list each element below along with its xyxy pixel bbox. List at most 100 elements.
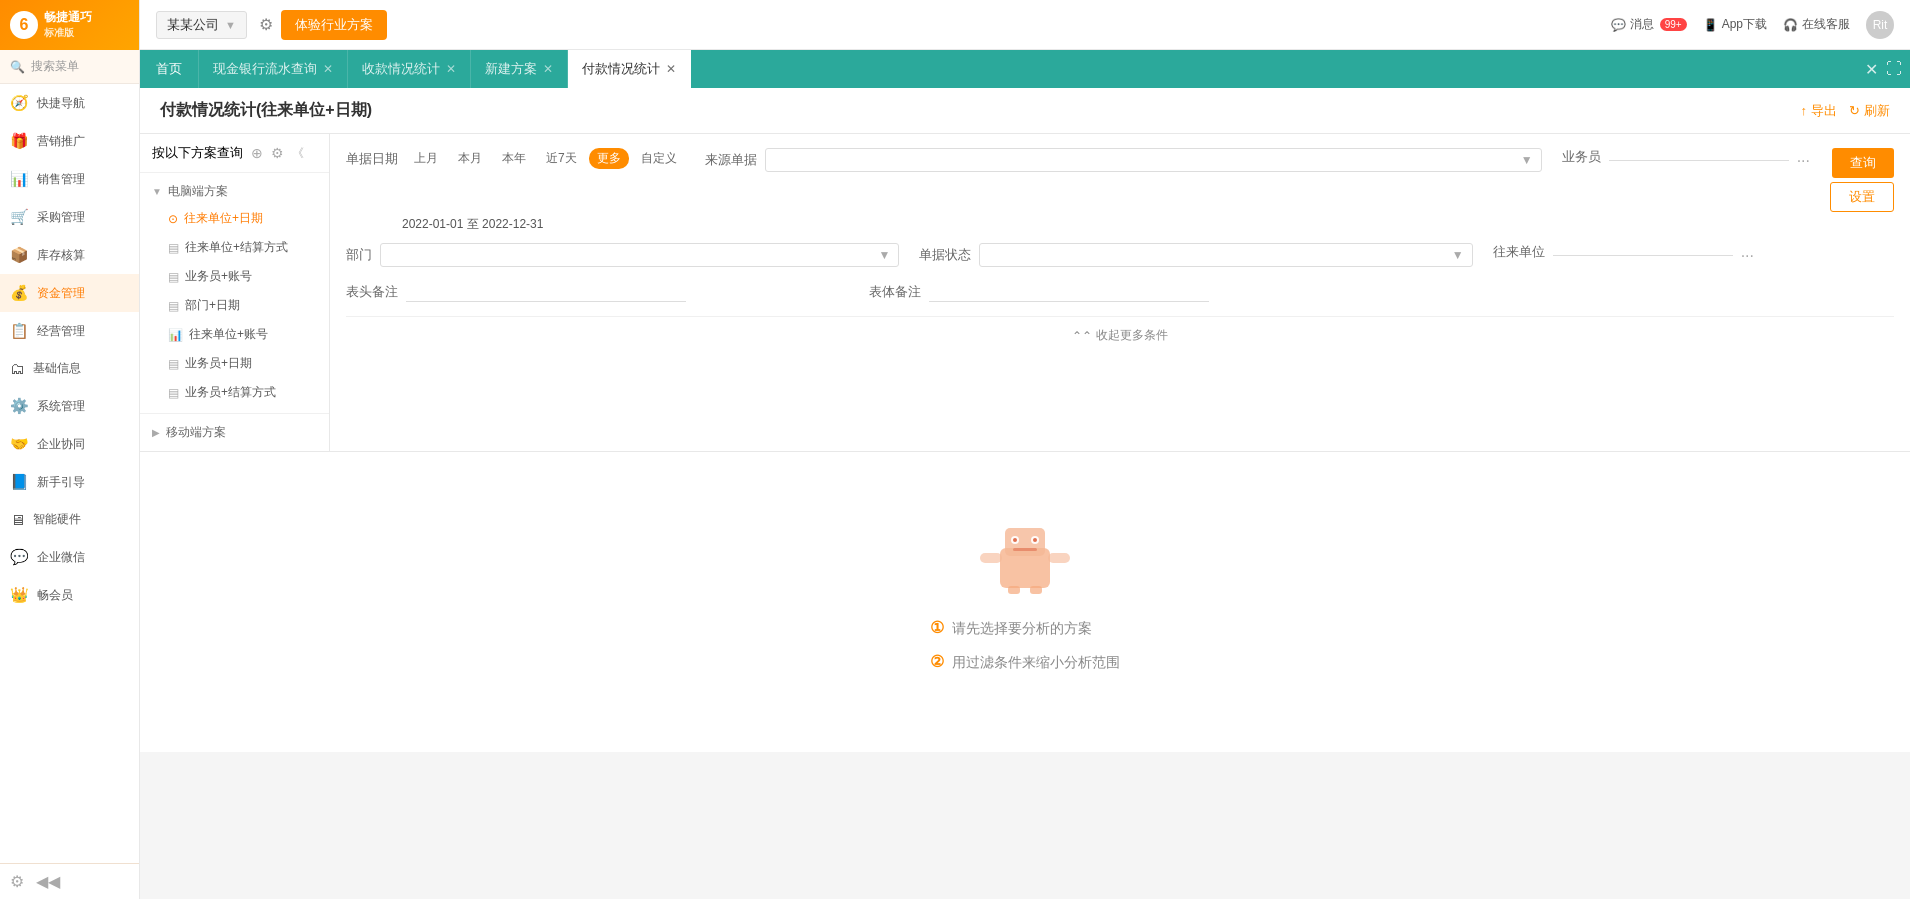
sidebar-item-guide[interactable]: 📘 新手引导 [0, 463, 139, 501]
date-range-display: 2022-01-01 至 2022-12-31 [346, 216, 1894, 233]
sidebar-item-base-info[interactable]: 🗂 基础信息 [0, 350, 139, 387]
doc-status-select[interactable]: ▼ [979, 243, 1472, 267]
tab-home[interactable]: 首页 [140, 50, 199, 88]
sidebar-label-sales: 销售管理 [37, 171, 85, 188]
scheme-add-button[interactable]: ⊕ [251, 145, 263, 161]
top-header: 某某公司 ▼ ⚙ 体验行业方案 💬 消息 99+ 📱 App下载 🎧 在线客服 … [140, 0, 1910, 50]
date-this-month[interactable]: 本月 [450, 148, 490, 169]
filter-salesman-item: 业务员 ... [1562, 148, 1810, 166]
filter-scheme-wrapper: 按以下方案查询 ⊕ ⚙ 《 ▼ 电脑端方案 ⊙ 往来单位+日期 ▤ [140, 134, 1910, 452]
tab-new-scheme[interactable]: 新建方案 ✕ [471, 50, 568, 88]
collapse-sidebar-icon[interactable]: ◀◀ [36, 872, 60, 891]
export-icon: ↑ [1801, 103, 1808, 118]
online-service-button[interactable]: 🎧 在线客服 [1783, 16, 1850, 33]
export-button[interactable]: ↑ 导出 [1801, 102, 1838, 120]
date-options: 上月 本月 本年 近7天 更多 自定义 [406, 148, 685, 169]
date-this-year[interactable]: 本年 [494, 148, 534, 169]
company-name: 某某公司 [167, 16, 219, 34]
refresh-label: 刷新 [1864, 102, 1890, 120]
sidebar-label-base-info: 基础信息 [33, 360, 81, 377]
scheme-item-staff-settlement[interactable]: ▤ 业务员+结算方式 [140, 378, 329, 407]
guide-icon: 📘 [10, 473, 29, 491]
dept-select[interactable]: ▼ [380, 243, 899, 267]
sidebar-item-capital[interactable]: 💰 资金管理 [0, 274, 139, 312]
sidebar-item-operation[interactable]: 📋 经营管理 [0, 312, 139, 350]
sidebar-item-enterprise[interactable]: 🤝 企业协同 [0, 425, 139, 463]
collapse-more-button[interactable]: ⌃⌃ 收起更多条件 [346, 316, 1894, 354]
try-industry-btn[interactable]: 体验行业方案 [281, 10, 387, 40]
user-avatar[interactable]: Rit [1866, 11, 1894, 39]
sidebar-item-quick-nav[interactable]: 🧭 快捷导航 [0, 84, 139, 122]
date-custom[interactable]: 自定义 [633, 148, 685, 169]
scheme-item-staff-date[interactable]: ▤ 业务员+日期 [140, 349, 329, 378]
scheme-item-staff-account[interactable]: ▤ 业务员+账号 [140, 262, 329, 291]
date-last-month[interactable]: 上月 [406, 148, 446, 169]
body-note-label: 表体备注 [869, 283, 921, 301]
svg-rect-1 [1005, 528, 1045, 556]
sidebar: 6 畅捷通巧 标准版 🔍 搜索菜单 🧭 快捷导航 🎁 营销推广 📊 销售管理 🛒… [0, 0, 140, 899]
partner-input[interactable] [1553, 249, 1733, 256]
sidebar-item-purchase[interactable]: 🛒 采购管理 [0, 198, 139, 236]
empty-state-illustration [975, 518, 1075, 598]
refresh-button[interactable]: ↻ 刷新 [1849, 102, 1890, 120]
partner-dots-btn[interactable]: ... [1741, 243, 1754, 261]
notification-button[interactable]: 💬 消息 99+ [1611, 16, 1687, 33]
scheme-settings-button[interactable]: ⚙ [271, 145, 284, 161]
scheme-item-partner-settlement[interactable]: ▤ 往来单位+结算方式 [140, 233, 329, 262]
sidebar-item-hardware[interactable]: 🖥 智能硬件 [0, 501, 139, 538]
header-note-label: 表头备注 [346, 283, 398, 301]
search-menu-button[interactable]: 🔍 搜索菜单 [0, 50, 139, 84]
sidebar-label-marketing: 营销推广 [37, 133, 85, 150]
settings-footer-icon[interactable]: ⚙ [10, 872, 24, 891]
cash-flow-tab-close[interactable]: ✕ [323, 62, 333, 76]
scheme-item-partner-account[interactable]: 📊 往来单位+账号 [140, 320, 329, 349]
search-icon: 🔍 [10, 60, 25, 74]
tab-cash-flow[interactable]: 现金银行流水查询 ✕ [199, 50, 348, 88]
filter-date-item: 单据日期 上月 本月 本年 近7天 更多 自定义 [346, 148, 685, 169]
tab-close-all-icon[interactable]: ✕ [1865, 60, 1878, 79]
source-doc-select[interactable]: ▼ [765, 148, 1542, 172]
date-last-7days[interactable]: 近7天 [538, 148, 585, 169]
header-settings-icon[interactable]: ⚙ [259, 15, 273, 34]
filter-dept-item: 部门 ▼ [346, 243, 899, 267]
body-note-input[interactable] [929, 281, 1209, 302]
empty-step-2: ② 用过滤条件来缩小分析范围 [930, 652, 1120, 672]
scheme-panel-label: 按以下方案查询 [152, 144, 243, 162]
tab-expand-icon[interactable]: ⛶ [1886, 60, 1902, 78]
receipt-stats-tab-label: 收款情况统计 [362, 60, 440, 78]
sidebar-item-inventory[interactable]: 📦 库存核算 [0, 236, 139, 274]
payment-stats-tab-close[interactable]: ✕ [666, 62, 676, 76]
desktop-group-title[interactable]: ▼ 电脑端方案 [140, 179, 329, 204]
mobile-group-title[interactable]: ▶ 移动端方案 [140, 420, 329, 445]
new-scheme-tab-close[interactable]: ✕ [543, 62, 553, 76]
home-tab-label: 首页 [156, 60, 182, 78]
query-button[interactable]: 查询 [1832, 148, 1894, 178]
sidebar-label-quick-nav: 快捷导航 [37, 95, 85, 112]
sidebar-item-member[interactable]: 👑 畅会员 [0, 576, 139, 614]
app-download-button[interactable]: 📱 App下载 [1703, 16, 1767, 33]
scheme-collapse-button[interactable]: 《 [292, 145, 304, 162]
doc-status-arrow: ▼ [1452, 248, 1464, 262]
salesman-input[interactable] [1609, 154, 1789, 161]
scheme-item-partner-date[interactable]: ⊙ 往来单位+日期 [140, 204, 329, 233]
sidebar-item-sales[interactable]: 📊 销售管理 [0, 160, 139, 198]
receipt-stats-tab-close[interactable]: ✕ [446, 62, 456, 76]
tab-receipt-stats[interactable]: 收款情况统计 ✕ [348, 50, 471, 88]
filter-partner-item: 往来单位 ... [1493, 243, 1754, 261]
main-area: 某某公司 ▼ ⚙ 体验行业方案 💬 消息 99+ 📱 App下载 🎧 在线客服 … [140, 0, 1910, 899]
scheme-item-dept-date[interactable]: ▤ 部门+日期 [140, 291, 329, 320]
scheme-active-icon: ⊙ [168, 212, 178, 226]
sidebar-item-marketing[interactable]: 🎁 营销推广 [0, 122, 139, 160]
source-doc-arrow: ▼ [1521, 153, 1533, 167]
sidebar-item-system[interactable]: ⚙️ 系统管理 [0, 387, 139, 425]
sidebar-item-wechat[interactable]: 💬 企业微信 [0, 538, 139, 576]
tab-payment-stats[interactable]: 付款情况统计 ✕ [568, 50, 691, 88]
set-button[interactable]: 设置 [1830, 182, 1894, 212]
salesman-dots-btn[interactable]: ... [1797, 148, 1810, 166]
company-selector[interactable]: 某某公司 ▼ [156, 11, 247, 39]
sidebar-label-operation: 经营管理 [37, 323, 85, 340]
svg-rect-10 [1048, 553, 1070, 563]
date-more[interactable]: 更多 [589, 148, 629, 169]
header-note-input[interactable] [406, 281, 686, 302]
hardware-icon: 🖥 [10, 511, 25, 528]
